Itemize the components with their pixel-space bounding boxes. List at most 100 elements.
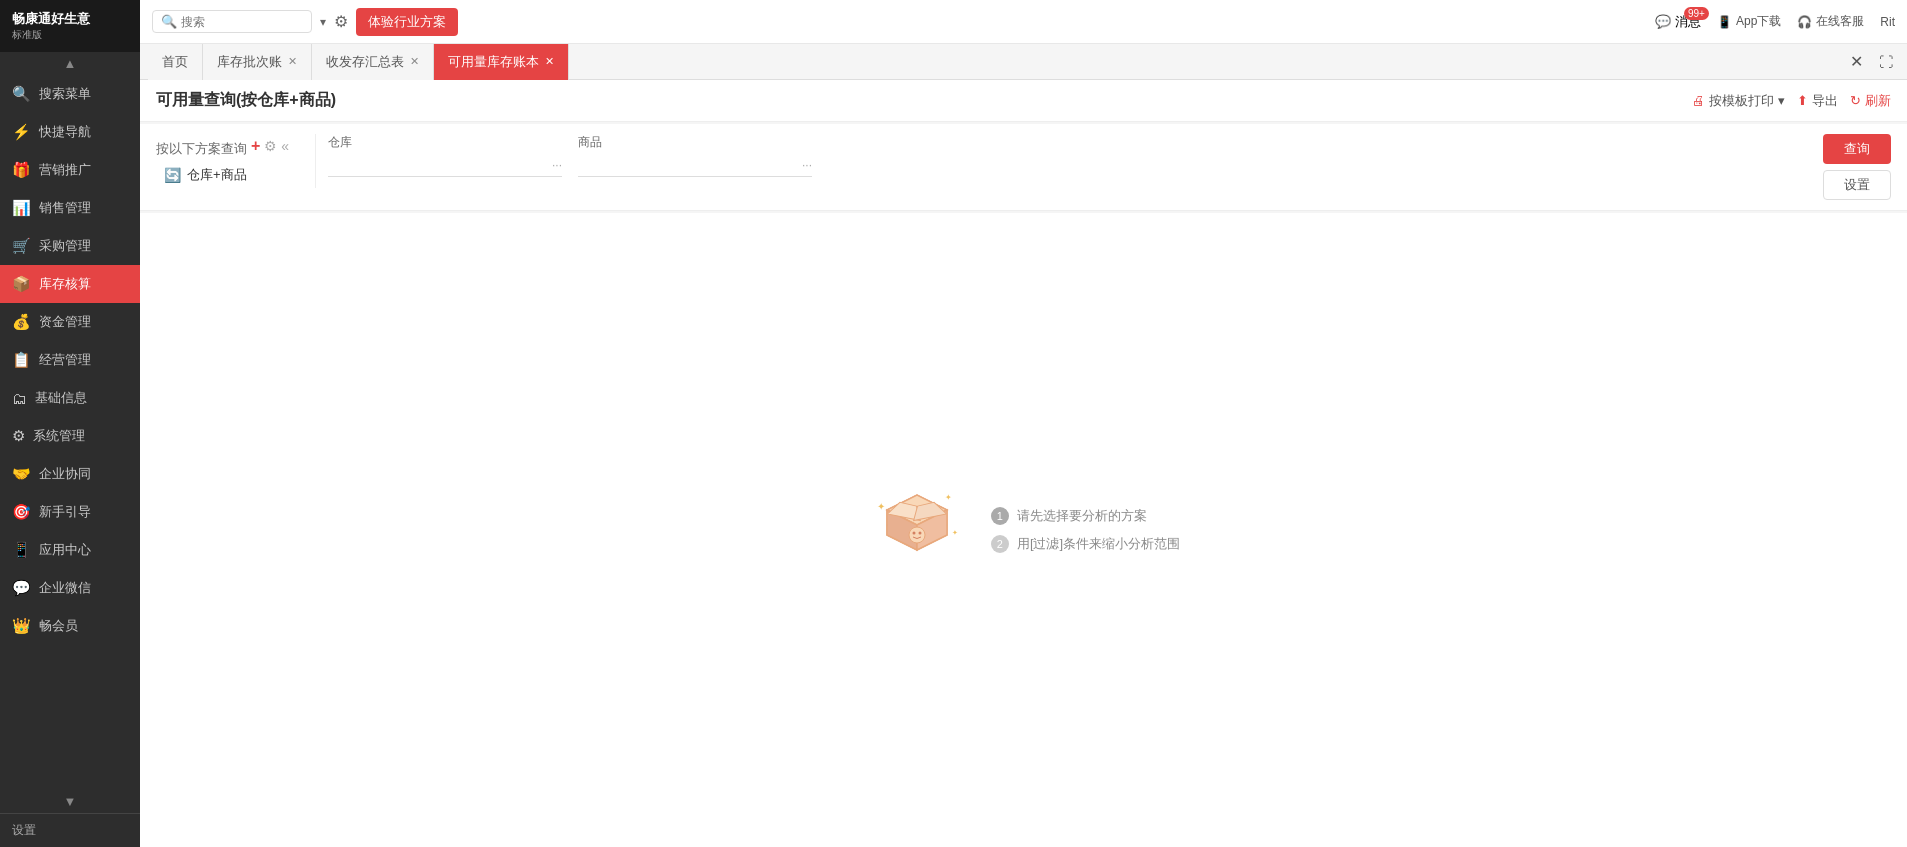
- empty-illustration: ✦ ✦ ✦: [867, 480, 967, 580]
- add-scheme-button[interactable]: +: [251, 137, 260, 155]
- message-badge: 99+: [1684, 7, 1709, 20]
- wechat-icon: 💬: [12, 579, 31, 597]
- tab-available-ledger-close[interactable]: ✕: [545, 55, 554, 68]
- export-label: 导出: [1812, 92, 1838, 110]
- scheme-gear-button[interactable]: ⚙: [264, 138, 277, 154]
- query-button[interactable]: 查询: [1823, 134, 1891, 164]
- filter-fields: 仓库 ··· 商品 ···: [328, 134, 1811, 177]
- app-center-icon: 📱: [12, 541, 31, 559]
- sidebar-scroll-up[interactable]: ▲: [0, 52, 140, 75]
- sidebar-item-finance[interactable]: 💰 资金管理: [0, 303, 140, 341]
- sidebar-item-enterprise[interactable]: 🤝 企业协同: [0, 455, 140, 493]
- empty-box-svg: ✦ ✦ ✦: [867, 480, 967, 580]
- query-actions: 查询 设置: [1823, 134, 1891, 200]
- tab-available-ledger[interactable]: 可用量库存账本 ✕: [434, 44, 569, 80]
- tip-text-2: 用[过滤]条件来缩小分析范围: [1017, 535, 1180, 553]
- sidebar-item-purchase[interactable]: 🛒 采购管理: [0, 227, 140, 265]
- search-input[interactable]: [181, 15, 301, 29]
- product-field-input: ···: [578, 153, 812, 177]
- print-icon: 🖨: [1692, 93, 1705, 108]
- dropdown-arrow-icon[interactable]: ▾: [320, 15, 326, 29]
- sidebar-item-label: 快捷导航: [39, 123, 91, 141]
- svg-point-8: [918, 532, 921, 535]
- app-icon: 📱: [1717, 15, 1732, 29]
- sidebar-item-inventory[interactable]: 📦 库存核算: [0, 265, 140, 303]
- app-download-button[interactable]: 📱 App下载: [1717, 13, 1781, 30]
- scheme-item-warehouse-product[interactable]: 🔄 仓库+商品: [156, 162, 307, 188]
- sidebar-footer[interactable]: 设置: [0, 813, 140, 847]
- sidebar-item-label: 基础信息: [35, 389, 87, 407]
- sidebar-item-label: 销售管理: [39, 199, 91, 217]
- refresh-button[interactable]: ↻ 刷新: [1850, 92, 1891, 110]
- app-name: 畅康通好生意: [12, 10, 128, 28]
- tab-receipt-summary[interactable]: 收发存汇总表 ✕: [312, 44, 434, 80]
- inventory-icon: 📦: [12, 275, 31, 293]
- sidebar-item-member[interactable]: 👑 畅会员: [0, 607, 140, 645]
- sidebar-scroll-down[interactable]: ▼: [0, 790, 140, 813]
- tip-num-2: 2: [991, 535, 1009, 553]
- topbar-search-box[interactable]: 🔍: [152, 10, 312, 33]
- search-nav-icon: 🔍: [12, 85, 31, 103]
- trial-button[interactable]: 体验行业方案: [356, 8, 458, 36]
- svg-text:✦: ✦: [952, 529, 958, 536]
- tab-close-all-btn[interactable]: ✕: [1844, 52, 1869, 71]
- quick-nav-icon: ⚡: [12, 123, 31, 141]
- tab-batch-ledger-label: 库存批次账: [217, 53, 282, 71]
- svg-text:✦: ✦: [945, 493, 952, 502]
- page-title-actions: 🖨 按模板打印 ▾ ⬆ 导出 ↻ 刷新: [1692, 92, 1891, 110]
- message-button[interactable]: 💬 消息 99+: [1655, 13, 1701, 31]
- sidebar-item-sales[interactable]: 📊 销售管理: [0, 189, 140, 227]
- sidebar-item-label: 资金管理: [39, 313, 91, 331]
- scheme-collapse-button[interactable]: «: [281, 138, 289, 154]
- sidebar-item-label: 搜索菜单: [39, 85, 91, 103]
- sidebar-item-quick-nav[interactable]: ⚡ 快捷导航: [0, 113, 140, 151]
- sidebar-item-label: 采购管理: [39, 237, 91, 255]
- sidebar-item-newbie[interactable]: 🎯 新手引导: [0, 493, 140, 531]
- sidebar-item-marketing[interactable]: 🎁 营销推广: [0, 151, 140, 189]
- sidebar-item-wechat[interactable]: 💬 企业微信: [0, 569, 140, 607]
- sidebar-item-operations[interactable]: 📋 经营管理: [0, 341, 140, 379]
- purchase-icon: 🛒: [12, 237, 31, 255]
- sidebar-header: 畅康通好生意 标准版: [0, 0, 140, 52]
- topbar-right: 💬 消息 99+ 📱 App下载 🎧 在线客服 Rit: [1655, 13, 1895, 31]
- app-label: App下载: [1736, 13, 1781, 30]
- tab-batch-ledger-close[interactable]: ✕: [288, 55, 297, 68]
- member-icon: 👑: [12, 617, 31, 635]
- system-icon: ⚙: [12, 427, 25, 445]
- tip-item-1: 1 请先选择要分析的方案: [991, 507, 1180, 525]
- tab-home[interactable]: 首页: [148, 44, 203, 80]
- online-service-button[interactable]: 🎧 在线客服: [1797, 13, 1864, 30]
- sidebar-item-label: 畅会员: [39, 617, 78, 635]
- warehouse-more-icon[interactable]: ···: [552, 158, 562, 172]
- search-icon: 🔍: [161, 14, 177, 29]
- print-template-button[interactable]: 🖨 按模板打印 ▾: [1692, 92, 1785, 110]
- divider: [140, 210, 1907, 211]
- filter-settings-button[interactable]: 设置: [1823, 170, 1891, 200]
- tip-item-2: 2 用[过滤]条件来缩小分析范围: [991, 535, 1180, 553]
- tab-receipt-summary-close[interactable]: ✕: [410, 55, 419, 68]
- scheme-actions: 按以下方案查询 + ⚙ «: [156, 134, 307, 158]
- marketing-icon: 🎁: [12, 161, 31, 179]
- product-more-icon[interactable]: ···: [802, 158, 812, 172]
- filter-schemes: 按以下方案查询 + ⚙ « 🔄 仓库+商品: [156, 134, 316, 188]
- sidebar-item-basic-info[interactable]: 🗂 基础信息: [0, 379, 140, 417]
- empty-state: ✦ ✦ ✦ 1 请先选择要分析的方案 2 用[过滤]条件来缩小分析范围: [140, 213, 1907, 847]
- sidebar-item-app-center[interactable]: 📱 应用中心: [0, 531, 140, 569]
- tab-batch-ledger[interactable]: 库存批次账 ✕: [203, 44, 312, 80]
- product-input[interactable]: [578, 157, 798, 172]
- export-button[interactable]: ⬆ 导出: [1797, 92, 1838, 110]
- tab-expand-btn[interactable]: ⛶: [1873, 54, 1899, 70]
- sidebar-item-label: 企业协同: [39, 465, 91, 483]
- refresh-label: 刷新: [1865, 92, 1891, 110]
- tabs-right-actions: ✕ ⛶: [1844, 52, 1899, 71]
- user-label[interactable]: Rit: [1880, 15, 1895, 29]
- print-dropdown-icon[interactable]: ▾: [1778, 93, 1785, 108]
- sidebar-item-system[interactable]: ⚙ 系统管理: [0, 417, 140, 455]
- svg-text:✦: ✦: [877, 501, 885, 512]
- topbar-gear-icon[interactable]: ⚙: [334, 12, 348, 31]
- warehouse-input[interactable]: [328, 157, 548, 172]
- sales-icon: 📊: [12, 199, 31, 217]
- warehouse-field-input: ···: [328, 153, 562, 177]
- sidebar-item-search[interactable]: 🔍 搜索菜单: [0, 75, 140, 113]
- main-area: 🔍 ▾ ⚙ 体验行业方案 💬 消息 99+ 📱 App下载 🎧 在线客服 Rit: [140, 0, 1907, 847]
